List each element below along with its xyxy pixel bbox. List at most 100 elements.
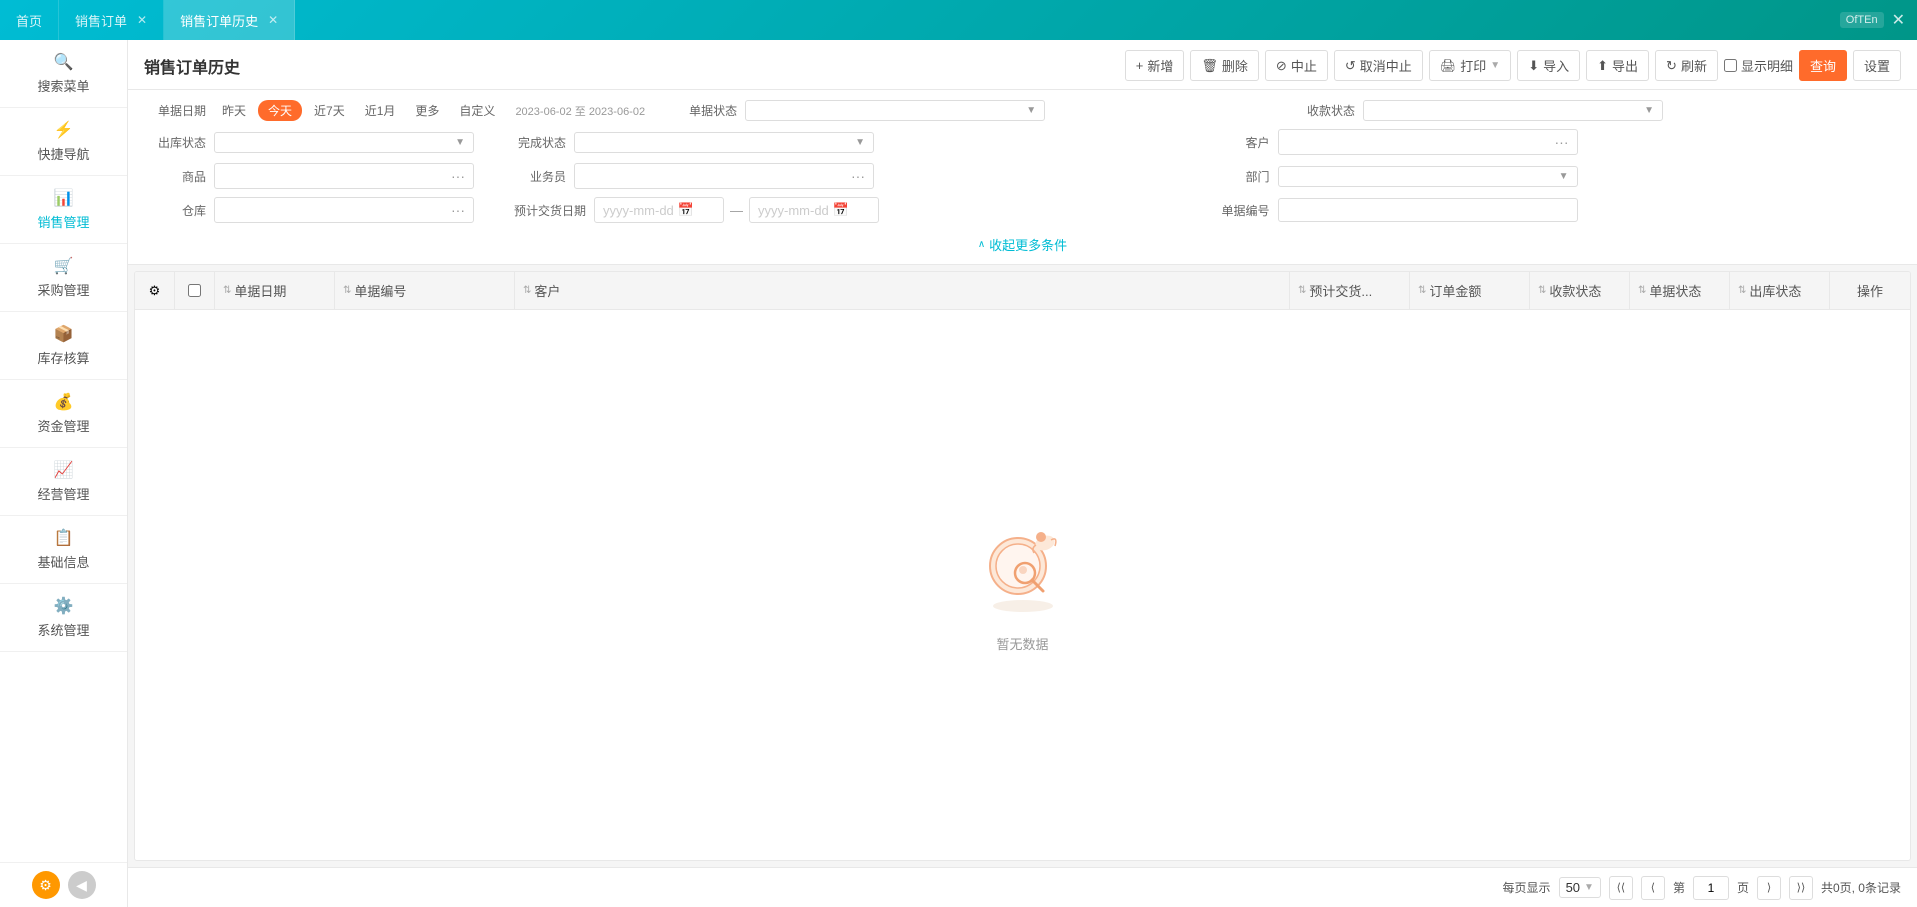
filter-row-4: 仓库 ··· 预计交货日期 yyyy-mm-dd 📅 — yyyy-mm-dd … bbox=[144, 197, 1901, 223]
date-tab-1month[interactable]: 近1月 bbox=[357, 100, 404, 121]
empty-text: 暂无数据 bbox=[996, 634, 1048, 653]
tab-bar: 首页 销售订单 ✕ 销售订单历史 ✕ bbox=[0, 0, 1828, 40]
tab-sales-order[interactable]: 销售订单 ✕ bbox=[59, 0, 164, 40]
sort-outbound-icon[interactable]: ⇅ bbox=[1738, 285, 1746, 296]
page-title: 销售订单历史 bbox=[144, 54, 240, 78]
display-detail-checkbox[interactable]: 显示明细 bbox=[1724, 56, 1793, 75]
empty-illustration bbox=[973, 518, 1073, 618]
sidebar-item-purchase[interactable]: 🛒 采购管理 bbox=[0, 244, 127, 312]
sidebar-item-search-label: 搜索菜单 bbox=[37, 76, 89, 95]
query-button[interactable]: 查询 bbox=[1799, 50, 1847, 81]
often-label: OfTEn bbox=[1840, 12, 1884, 28]
delivery-to-text: yyyy-mm-dd bbox=[758, 203, 829, 218]
page-size-select[interactable]: 50 ▼ bbox=[1559, 877, 1601, 898]
prev-page-btn[interactable]: ⟨ bbox=[1641, 876, 1665, 900]
th-outbound-status: ⇅ 出库状态 bbox=[1730, 272, 1830, 309]
sort-amount-icon[interactable]: ⇅ bbox=[1418, 285, 1426, 296]
delivery-to-input[interactable]: yyyy-mm-dd 📅 bbox=[749, 197, 879, 223]
dept-select[interactable]: ▼ bbox=[1278, 166, 1578, 187]
refresh-icon: ↻ bbox=[1666, 58, 1677, 74]
page-number-input[interactable]: 1 bbox=[1693, 876, 1729, 900]
display-detail-input[interactable] bbox=[1724, 59, 1737, 72]
collapse-row[interactable]: ∧ 收起更多条件 bbox=[144, 231, 1901, 254]
goods-input[interactable] bbox=[223, 169, 447, 183]
date-tab-yesterday[interactable]: 昨天 bbox=[214, 100, 254, 121]
system-icon: ⚙️ bbox=[54, 596, 74, 616]
date-tab-custom[interactable]: 自定义 bbox=[451, 100, 503, 121]
last-page-btn[interactable]: ⟩⟩ bbox=[1789, 876, 1813, 900]
print-icon: 🖨 bbox=[1440, 58, 1457, 74]
sidebar-item-finance[interactable]: 💰 资金管理 bbox=[0, 380, 127, 448]
customer-dots[interactable]: ··· bbox=[1555, 134, 1569, 150]
tab-sales-order-close[interactable]: ✕ bbox=[137, 13, 147, 27]
toolbar: + 新增 🗑 删除 ⊘ 中止 ↺ 取消中止 🖨 打印 bbox=[1125, 50, 1901, 81]
sidebar-item-operations-label: 经营管理 bbox=[37, 484, 89, 503]
table-header: ⚙ ⇅ 单据日期 ⇅ 单据编号 ⇅ 客户 ⇅ 预计交货. bbox=[135, 272, 1910, 310]
page-label-pre: 第 bbox=[1673, 879, 1685, 896]
goods-dots[interactable]: ··· bbox=[451, 168, 465, 184]
delete-button[interactable]: 🗑 删除 bbox=[1190, 50, 1259, 81]
date-tab-more[interactable]: 更多 bbox=[407, 100, 447, 121]
sort-receipt-icon[interactable]: ⇅ bbox=[1538, 285, 1546, 296]
receipt-select[interactable]: ▼ bbox=[1363, 100, 1663, 121]
top-bar-right: OfTEn ✕ bbox=[1828, 10, 1917, 30]
sort-order-no-icon[interactable]: ⇅ bbox=[343, 285, 351, 296]
table-settings-icon[interactable]: ⚙ bbox=[135, 272, 175, 309]
sidebar-item-system[interactable]: ⚙️ 系统管理 bbox=[0, 584, 127, 652]
th-order-status-label: 单据状态 bbox=[1649, 281, 1701, 300]
outbound-select[interactable]: ▼ bbox=[214, 132, 474, 153]
export-button[interactable]: ⬆ 导出 bbox=[1586, 50, 1649, 81]
stop-button[interactable]: ⊘ 中止 bbox=[1265, 50, 1328, 81]
tab-sales-order-label: 销售订单 bbox=[75, 11, 127, 30]
refresh-button[interactable]: ↻ 刷新 bbox=[1655, 50, 1718, 81]
export-icon: ⬆ bbox=[1597, 58, 1608, 74]
next-page-btn[interactable]: ⟩ bbox=[1757, 876, 1781, 900]
delivery-label: 预计交货日期 bbox=[514, 202, 594, 219]
import-button[interactable]: ⬇ 导入 bbox=[1517, 50, 1580, 81]
close-window-icon[interactable]: ✕ bbox=[1892, 10, 1905, 30]
first-page-btn[interactable]: ⟨⟨ bbox=[1609, 876, 1633, 900]
sales-icon: 📊 bbox=[54, 188, 74, 208]
order-no-input[interactable] bbox=[1278, 198, 1578, 222]
settings-button[interactable]: 设置 bbox=[1853, 50, 1901, 81]
warehouse-input[interactable] bbox=[223, 203, 447, 217]
sidebar: 🔍 搜索菜单 ⚡ 快捷导航 📊 销售管理 🛒 采购管理 📦 库存核算 💰 资金管… bbox=[0, 40, 128, 907]
th-delivery: ⇅ 预计交货... bbox=[1290, 272, 1410, 309]
sales-input[interactable] bbox=[583, 169, 847, 183]
complete-select[interactable]: ▼ bbox=[574, 132, 874, 153]
sidebar-item-quick-nav[interactable]: ⚡ 快捷导航 bbox=[0, 108, 127, 176]
tab-sales-history-close[interactable]: ✕ bbox=[268, 13, 278, 27]
tab-sales-history[interactable]: 销售订单历史 ✕ bbox=[164, 0, 295, 40]
print-label: 打印 bbox=[1460, 56, 1486, 75]
status-select[interactable]: ▼ bbox=[745, 100, 1045, 121]
sidebar-settings-btn[interactable]: ⚙ bbox=[32, 871, 60, 899]
select-all-checkbox[interactable] bbox=[188, 284, 201, 297]
add-button[interactable]: + 新增 bbox=[1125, 50, 1185, 81]
print-button[interactable]: 🖨 打印 ▼ bbox=[1429, 50, 1511, 81]
cancel-stop-button[interactable]: ↺ 取消中止 bbox=[1334, 50, 1423, 81]
sort-date-icon[interactable]: ⇅ bbox=[223, 285, 231, 296]
delivery-from-input[interactable]: yyyy-mm-dd 📅 bbox=[594, 197, 724, 223]
sort-order-status-icon[interactable]: ⇅ bbox=[1638, 285, 1646, 296]
date-tab-7days[interactable]: 近7天 bbox=[306, 100, 353, 121]
sidebar-item-sales[interactable]: 📊 销售管理 bbox=[0, 176, 127, 244]
warehouse-dots[interactable]: ··· bbox=[451, 202, 465, 218]
th-action: 操作 bbox=[1830, 272, 1910, 309]
tab-home[interactable]: 首页 bbox=[0, 0, 59, 40]
sidebar-item-basic-info[interactable]: 📋 基础信息 bbox=[0, 516, 127, 584]
sidebar-item-basic-info-label: 基础信息 bbox=[37, 552, 89, 571]
tab-home-label: 首页 bbox=[16, 11, 42, 30]
complete-label: 完成状态 bbox=[514, 134, 574, 151]
sidebar-item-operations[interactable]: 📈 经营管理 bbox=[0, 448, 127, 516]
sort-customer-icon[interactable]: ⇅ bbox=[523, 285, 531, 296]
sidebar-collapse-btn[interactable]: ◀ bbox=[68, 871, 96, 899]
table-checkbox-all[interactable] bbox=[175, 272, 215, 309]
cancel-stop-label: 取消中止 bbox=[1360, 56, 1412, 75]
sort-delivery-icon[interactable]: ⇅ bbox=[1298, 285, 1306, 296]
sidebar-item-search[interactable]: 🔍 搜索菜单 bbox=[0, 40, 127, 108]
sales-dots[interactable]: ··· bbox=[851, 168, 865, 184]
customer-input[interactable] bbox=[1287, 135, 1551, 149]
sidebar-item-inventory[interactable]: 📦 库存核算 bbox=[0, 312, 127, 380]
filter-row-2: 出库状态 ▼ 完成状态 ▼ 客户 ··· bbox=[144, 129, 1901, 155]
date-tab-today[interactable]: 今天 bbox=[258, 100, 302, 121]
